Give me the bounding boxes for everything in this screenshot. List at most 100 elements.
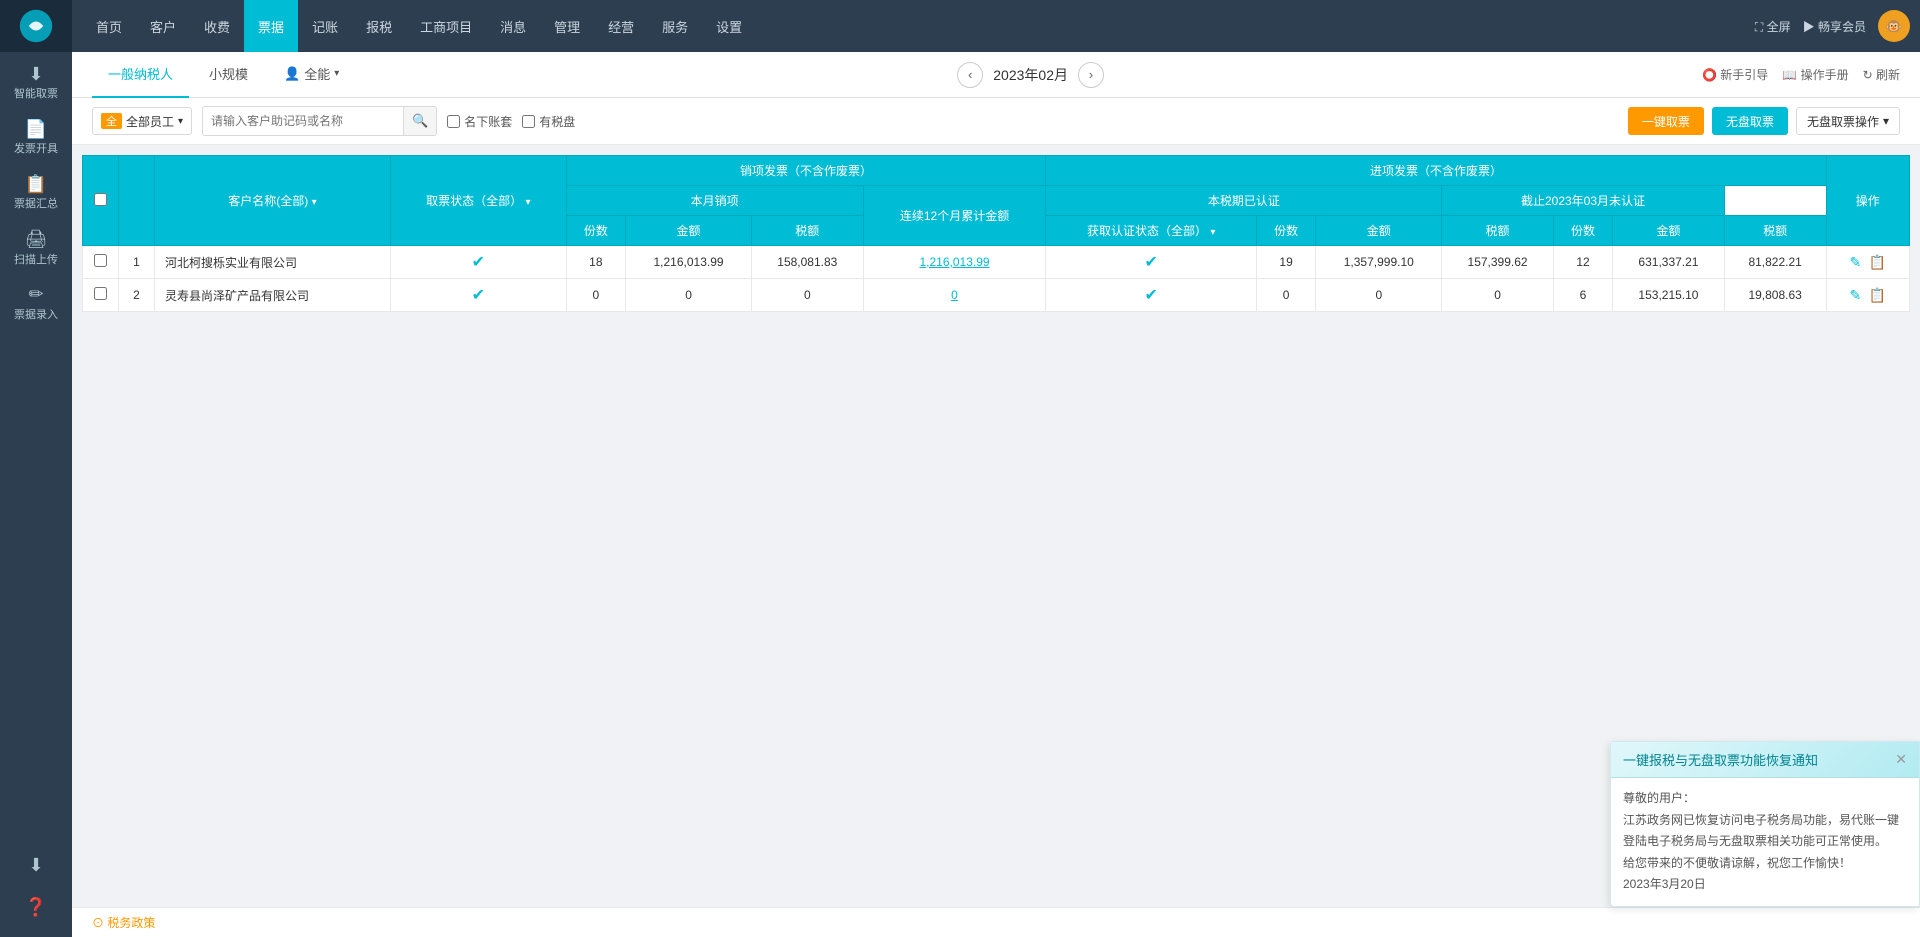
app-logo [0,0,72,52]
row-qty3: 12 [1553,246,1612,279]
no-disk-ops-button[interactable]: 无盘取票操作 ▾ [1796,107,1900,135]
manual-link[interactable]: 📖 操作手册 [1782,66,1848,83]
row-tax2: 157,399.62 [1442,246,1554,279]
sidebar-item-download[interactable]: ⬇ [0,843,72,885]
detail-button[interactable]: 📋 [1869,287,1886,303]
invoice-summary-icon: 📋 [22,172,50,196]
row-checkbox[interactable] [83,279,119,312]
nav-home[interactable]: 首页 [82,0,136,52]
nav-service[interactable]: 服务 [648,0,702,52]
tab-all[interactable]: 👤 全能 ▾ [268,52,355,98]
user-avatar[interactable]: 🐵 [1878,10,1910,42]
nav-bookkeeping[interactable]: 记账 [298,0,352,52]
period-nav: ‹ 2023年02月 › [957,62,1104,88]
th-qty3: 份数 [1553,216,1612,246]
row-amount: 1,216,013.99 [626,246,752,279]
row-num: 2 [119,279,155,312]
chevron-down-icon: ▾ [334,68,339,79]
notification-scroll: 尊敬的用户：江苏政务网已恢复访问电子税务局功能，易代账一键登陆电子税务局与无盘取… [1623,788,1907,896]
row-amount3: 153,215.10 [1613,279,1725,312]
row-recog-status: ✔ [1046,279,1256,312]
data-entry-icon: ✏ [22,283,50,307]
th-operations: 操作 [1826,156,1909,246]
nav-tax[interactable]: 报税 [352,0,406,52]
th-tax: 税额 [752,216,864,246]
sidebar-item-smart-fetch[interactable]: ⬇ 智能取票 [0,52,72,107]
tax-policy-link[interactable]: 税务政策 [92,914,155,931]
nav-message[interactable]: 消息 [486,0,540,52]
nav-invoice[interactable]: 票据 [244,0,298,52]
sidebar-item-data-entry[interactable]: ✏ 票据录入 [0,273,72,328]
nav-settings[interactable]: 设置 [702,0,756,52]
sidebar-item-help[interactable]: ❓ [0,885,72,927]
tab-small[interactable]: 小规模 [193,52,264,98]
row-qty: 0 [566,279,625,312]
one-click-fetch-button[interactable]: 一键取票 [1628,107,1704,135]
fullscreen-btn[interactable]: ⛶ 全屏 [1755,18,1791,35]
th-tax3: 税额 [1724,216,1826,246]
period-label: 2023年02月 [993,65,1068,85]
vip-btn[interactable]: ▶ 畅享会员 [1803,18,1866,35]
row-actions: ✎ 📋 [1826,279,1909,312]
invoice-open-icon: 📄 [22,117,50,141]
sidebar: ⬇ 智能取票 📄 发票开具 📋 票据汇总 🖨 扫描上传 ✏ 票据录入 ⬇ ❓ [0,0,72,937]
smart-fetch-icon: ⬇ [22,62,50,86]
row-qty2: 0 [1256,279,1315,312]
no-disk-fetch-button[interactable]: 无盘取票 [1712,107,1788,135]
notification-close-button[interactable]: ✕ [1895,751,1907,768]
nav-customer[interactable]: 客户 [136,0,190,52]
th-recog-status: 获取认证状态（全部） ▾ [1046,216,1256,246]
edit-button[interactable]: ✎ [1850,254,1862,270]
sidebar-item-invoice-open[interactable]: 📄 发票开具 [0,107,72,162]
employee-select[interactable]: 全 全部员工 ▾ [92,107,192,135]
row-actions: ✎ 📋 [1826,246,1909,279]
row-qty: 18 [566,246,625,279]
row-qty2: 19 [1256,246,1315,279]
nav-business[interactable]: 工商项目 [406,0,486,52]
search-button[interactable]: 🔍 [403,107,436,135]
person-icon: 👤 [284,66,300,82]
notification-panel: 一键报税与无盘取票功能恢复通知 ✕ 尊敬的用户：江苏政务网已恢复访问电子税务局功… [1610,741,1920,907]
row-tax3: 19,808.63 [1724,279,1826,312]
edit-button[interactable]: ✎ [1850,287,1862,303]
tab-general[interactable]: 一般纳税人 [92,52,189,98]
select-all-checkbox[interactable] [94,193,107,206]
nav-billing[interactable]: 收费 [190,0,244,52]
next-period-button[interactable]: › [1078,62,1104,88]
prev-period-button[interactable]: ‹ [957,62,983,88]
row-cumulative: 0 [863,279,1046,312]
row-tax2: 0 [1442,279,1554,312]
tab-general-label: 一般纳税人 [108,64,173,83]
row-cumulative: 1,216,013.99 [863,246,1046,279]
notification-title: 一键报税与无盘取票功能恢复通知 [1623,750,1818,769]
employee-tag: 全 [101,113,122,129]
tab-nav-right: ⭕ 新手引导 📖 操作手册 ↻ 刷新 [1702,66,1900,83]
top-nav-right: ⛶ 全屏 ▶ 畅享会员 🐵 [1755,10,1910,42]
checkbox-my-accounts[interactable]: 名下账套 [447,113,512,130]
nav-management[interactable]: 管理 [540,0,594,52]
dropdown-arrow-icon: ▾ [1883,114,1889,128]
refresh-link[interactable]: ↻ 刷新 [1863,66,1900,83]
checkbox-has-disk[interactable]: 有税盘 [522,113,575,130]
sort-icon: ▾ [312,197,317,208]
sidebar-item-scan-upload[interactable]: 🖨 扫描上传 [0,218,72,273]
th-monthly: 本月销项 [566,186,863,216]
top-nav: 首页 客户 收费 票据 记账 报税 工商项目 消息 管理 经营 服务 设置 ⛶ … [72,0,1920,52]
nav-operation[interactable]: 经营 [594,0,648,52]
tab-small-label: 小规模 [209,64,248,83]
guide-link[interactable]: ⭕ 新手引导 [1702,66,1768,83]
row-amount2: 1,357,999.10 [1316,246,1442,279]
sidebar-item-label: 智能取票 [14,88,58,101]
row-amount3: 631,337.21 [1613,246,1725,279]
row-amount: 0 [626,279,752,312]
th-unrecognized: 截止2023年03月未认证 [1442,186,1724,216]
has-disk-checkbox[interactable] [522,115,535,128]
my-accounts-checkbox[interactable] [447,115,460,128]
help-icon: ❓ [22,895,50,919]
main-table: 客户名称(全部) ▾ 取票状态（全部） ▾ 销项发票（不含作废票） 进项发票（不… [82,155,1910,312]
filter-row: 全 全部员工 ▾ 🔍 名下账套 有税盘 一键取票 无盘取票 无盘取票操作 [72,98,1920,145]
row-checkbox[interactable] [83,246,119,279]
search-input[interactable] [203,107,403,135]
sidebar-item-invoice-summary[interactable]: 📋 票据汇总 [0,162,72,217]
detail-button[interactable]: 📋 [1869,254,1886,270]
